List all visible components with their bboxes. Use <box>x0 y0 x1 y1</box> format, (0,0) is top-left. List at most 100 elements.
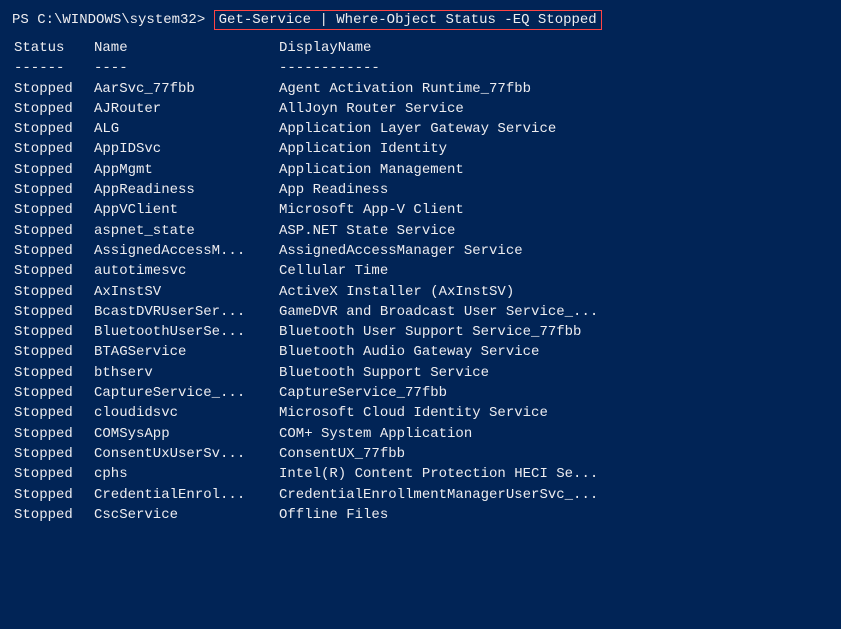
cell-name: aspnet_state <box>92 221 277 241</box>
prompt-text: PS C:\WINDOWS\system32> <box>12 12 214 28</box>
table-row: StoppedCOMSysAppCOM+ System Application <box>12 424 829 444</box>
cell-name: cloudidsvc <box>92 403 277 423</box>
sep-status: ------ <box>12 58 92 78</box>
cell-status: Stopped <box>12 139 92 159</box>
cell-status: Stopped <box>12 119 92 139</box>
col-header-name: Name <box>92 38 277 58</box>
data-rows: StoppedAarSvc_77fbbAgent Activation Runt… <box>12 79 829 526</box>
cell-display: Application Management <box>277 160 829 180</box>
cell-status: Stopped <box>12 363 92 383</box>
cell-display: Bluetooth User Support Service_77fbb <box>277 322 829 342</box>
table-row: StoppedcloudidsvcMicrosoft Cloud Identit… <box>12 403 829 423</box>
cell-name: BluetoothUserSe... <box>92 322 277 342</box>
output-table: Status Name DisplayName ------ ---- ----… <box>12 38 829 525</box>
cell-status: Stopped <box>12 261 92 281</box>
cell-status: Stopped <box>12 99 92 119</box>
cell-display: ASP.NET State Service <box>277 221 829 241</box>
cell-status: Stopped <box>12 322 92 342</box>
header-row: Status Name DisplayName <box>12 38 829 58</box>
cell-name: COMSysApp <box>92 424 277 444</box>
command-box: Get-Service | Where-Object Status -EQ St… <box>214 10 602 30</box>
table-row: StoppedAxInstSVActiveX Installer (AxInst… <box>12 282 829 302</box>
table-row: StoppedAppVClientMicrosoft App-V Client <box>12 200 829 220</box>
cell-name: BTAGService <box>92 342 277 362</box>
cell-name: ALG <box>92 119 277 139</box>
cell-name: CredentialEnrol... <box>92 485 277 505</box>
cell-name: bthserv <box>92 363 277 383</box>
table-row: StoppedALGApplication Layer Gateway Serv… <box>12 119 829 139</box>
cell-status: Stopped <box>12 383 92 403</box>
cell-display: GameDVR and Broadcast User Service_... <box>277 302 829 322</box>
cell-name: AppIDSvc <box>92 139 277 159</box>
cell-display: AssignedAccessManager Service <box>277 241 829 261</box>
cell-name: CscService <box>92 505 277 525</box>
table-row: StoppedbthservBluetooth Support Service <box>12 363 829 383</box>
cell-display: Cellular Time <box>277 261 829 281</box>
cell-name: AssignedAccessM... <box>92 241 277 261</box>
cell-display: Offline Files <box>277 505 829 525</box>
cell-display: Bluetooth Support Service <box>277 363 829 383</box>
cell-status: Stopped <box>12 200 92 220</box>
cell-display: Application Layer Gateway Service <box>277 119 829 139</box>
table-row: StoppedCaptureService_...CaptureService_… <box>12 383 829 403</box>
cell-name: AppVClient <box>92 200 277 220</box>
cell-status: Stopped <box>12 342 92 362</box>
sep-name: ---- <box>92 58 277 78</box>
table-row: StoppedAarSvc_77fbbAgent Activation Runt… <box>12 79 829 99</box>
cell-status: Stopped <box>12 485 92 505</box>
cell-name: AarSvc_77fbb <box>92 79 277 99</box>
cell-status: Stopped <box>12 241 92 261</box>
cell-display: CaptureService_77fbb <box>277 383 829 403</box>
cell-display: ActiveX Installer (AxInstSV) <box>277 282 829 302</box>
cell-display: ConsentUX_77fbb <box>277 444 829 464</box>
cell-name: cphs <box>92 464 277 484</box>
table-row: StoppedcphsIntel(R) Content Protection H… <box>12 464 829 484</box>
table-row: StoppedBluetoothUserSe...Bluetooth User … <box>12 322 829 342</box>
cell-name: AxInstSV <box>92 282 277 302</box>
cell-status: Stopped <box>12 403 92 423</box>
cell-display: Agent Activation Runtime_77fbb <box>277 79 829 99</box>
cell-display: Bluetooth Audio Gateway Service <box>277 342 829 362</box>
table-row: StoppedConsentUxUserSv...ConsentUX_77fbb <box>12 444 829 464</box>
cell-status: Stopped <box>12 282 92 302</box>
cell-status: Stopped <box>12 444 92 464</box>
table-row: StoppedCredentialEnrol...CredentialEnrol… <box>12 485 829 505</box>
table-row: StoppedAJRouterAllJoyn Router Service <box>12 99 829 119</box>
cell-display: Application Identity <box>277 139 829 159</box>
col-header-display: DisplayName <box>277 38 829 58</box>
table-row: Stoppedaspnet_stateASP.NET State Service <box>12 221 829 241</box>
table-row: StoppedBcastDVRUserSer...GameDVR and Bro… <box>12 302 829 322</box>
cell-display: Microsoft App-V Client <box>277 200 829 220</box>
sep-display: ------------ <box>277 58 829 78</box>
cell-status: Stopped <box>12 160 92 180</box>
col-header-status: Status <box>12 38 92 58</box>
table-row: StoppedCscServiceOffline Files <box>12 505 829 525</box>
cell-display: Microsoft Cloud Identity Service <box>277 403 829 423</box>
cell-status: Stopped <box>12 424 92 444</box>
table-row: StoppedautotimesvcCellular Time <box>12 261 829 281</box>
cell-status: Stopped <box>12 302 92 322</box>
cell-status: Stopped <box>12 464 92 484</box>
cell-display: Intel(R) Content Protection HECI Se... <box>277 464 829 484</box>
cell-display: App Readiness <box>277 180 829 200</box>
cell-status: Stopped <box>12 79 92 99</box>
cell-status: Stopped <box>12 505 92 525</box>
table-row: StoppedAssignedAccessM...AssignedAccessM… <box>12 241 829 261</box>
cell-name: ConsentUxUserSv... <box>92 444 277 464</box>
cell-name: BcastDVRUserSer... <box>92 302 277 322</box>
cell-status: Stopped <box>12 221 92 241</box>
table-row: StoppedAppMgmtApplication Management <box>12 160 829 180</box>
table-row: StoppedAppReadinessApp Readiness <box>12 180 829 200</box>
cell-status: Stopped <box>12 180 92 200</box>
table-row: StoppedAppIDSvcApplication Identity <box>12 139 829 159</box>
cell-display: AllJoyn Router Service <box>277 99 829 119</box>
cell-name: autotimesvc <box>92 261 277 281</box>
cell-display: COM+ System Application <box>277 424 829 444</box>
cell-name: AppMgmt <box>92 160 277 180</box>
separator-row: ------ ---- ------------ <box>12 58 829 78</box>
prompt-line: PS C:\WINDOWS\system32> Get-Service | Wh… <box>12 10 829 30</box>
cell-name: CaptureService_... <box>92 383 277 403</box>
cell-display: CredentialEnrollmentManagerUserSvc_... <box>277 485 829 505</box>
table-row: StoppedBTAGServiceBluetooth Audio Gatewa… <box>12 342 829 362</box>
cell-name: AJRouter <box>92 99 277 119</box>
